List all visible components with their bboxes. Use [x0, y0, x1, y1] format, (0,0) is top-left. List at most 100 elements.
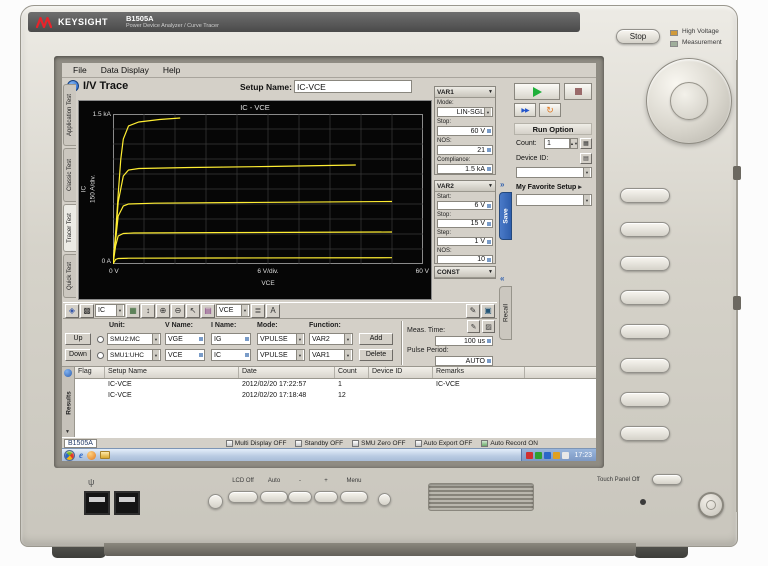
softkey-7[interactable]: [620, 392, 670, 407]
col-date[interactable]: Date: [239, 367, 335, 378]
annotate-icon[interactable]: A: [266, 303, 280, 318]
tab-tracer-test[interactable]: Tracer Test: [63, 204, 76, 252]
meas-time-input[interactable]: 100 us: [435, 336, 493, 346]
status-auto-export[interactable]: Auto Export OFF: [414, 439, 472, 447]
lcd-off-button[interactable]: [228, 491, 258, 503]
row1-i-name-input[interactable]: IG: [211, 333, 251, 345]
delete-button[interactable]: Delete: [359, 349, 393, 361]
x-channel-select[interactable]: VCE ▼: [216, 304, 250, 317]
tab-application-test[interactable]: Application Test: [63, 84, 76, 146]
pulse-period-input[interactable]: AUTO: [435, 356, 493, 366]
col-remarks[interactable]: Remarks: [433, 367, 525, 378]
menu-help[interactable]: Help: [156, 65, 187, 75]
softkey-3[interactable]: [620, 256, 670, 271]
tray-update-icon[interactable]: [553, 451, 561, 459]
grid-icon[interactable]: ▦: [126, 303, 140, 318]
up-button[interactable]: Up: [65, 333, 91, 345]
menu-data-display[interactable]: Data Display: [94, 65, 156, 75]
pointer-icon[interactable]: ↖: [186, 303, 200, 318]
brightness-plus-button[interactable]: [314, 491, 338, 503]
tab-classic-test[interactable]: Classic Test: [63, 148, 76, 202]
recall-tab[interactable]: Recall: [499, 286, 512, 340]
ie-icon[interactable]: e: [79, 450, 83, 460]
recall-expand-icon[interactable]: «: [500, 274, 504, 283]
media-player-icon[interactable]: [87, 450, 96, 460]
menu-file[interactable]: File: [66, 65, 94, 75]
softkey-4[interactable]: [620, 290, 670, 305]
advanced-setup-icon[interactable]: ▨: [482, 320, 495, 333]
collapse-results-icon[interactable]: ▼: [65, 429, 70, 435]
tray-agent-icon[interactable]: [535, 451, 543, 459]
row2-unit-select[interactable]: SMU1:UHC ▼: [107, 349, 161, 361]
single-run-button[interactable]: [514, 83, 560, 100]
var2-stop-input[interactable]: 15 V: [437, 219, 493, 228]
row2-v-name-input[interactable]: VCE: [165, 349, 205, 361]
favorite-setup-label[interactable]: My Favorite Setup ▸: [516, 183, 582, 191]
front-round-button-2[interactable]: [378, 493, 391, 506]
row2-function-select[interactable]: VAR1 ▼: [309, 349, 353, 361]
softkey-1[interactable]: [620, 188, 670, 203]
repeat-run-button[interactable]: ↻: [539, 103, 561, 117]
col-device-id[interactable]: Device ID: [369, 367, 433, 378]
var2-nos-input[interactable]: 10: [437, 255, 493, 263]
device-id-list-button[interactable]: ▤: [580, 153, 592, 164]
auto-button[interactable]: [260, 491, 288, 503]
front-round-button[interactable]: [208, 494, 223, 509]
save-tab[interactable]: Save: [499, 192, 512, 240]
tray-alert-icon[interactable]: [526, 451, 534, 459]
clock[interactable]: 17:23: [574, 452, 592, 459]
count-option-button[interactable]: ▦: [580, 138, 592, 149]
var1-mode-select[interactable]: LIN-SGL ▼: [437, 107, 493, 117]
count-spinner[interactable]: ▲▼: [570, 138, 578, 149]
var2-collapse-icon[interactable]: ▼: [488, 183, 493, 189]
zoom-in-icon[interactable]: ⊕: [156, 303, 170, 318]
const-collapse-icon[interactable]: ▼: [488, 269, 493, 275]
tray-volume-icon[interactable]: [562, 451, 570, 459]
count-input[interactable]: 1: [544, 138, 570, 149]
status-auto-record[interactable]: Auto Record ON: [481, 439, 538, 447]
var1-stop-input[interactable]: 60 V: [437, 126, 493, 136]
results-tab-strip[interactable]: Results ▼: [62, 367, 75, 438]
col-flag[interactable]: Flag: [75, 367, 105, 378]
window-title-box[interactable]: B1505A: [64, 438, 97, 448]
add-button[interactable]: Add: [359, 333, 393, 345]
y-channel-select[interactable]: IC ▼: [95, 304, 125, 317]
var1-collapse-icon[interactable]: ▼: [488, 89, 493, 95]
tab-quick-test[interactable]: Quick Test: [63, 254, 76, 298]
snapshot-icon[interactable]: ▣: [481, 303, 495, 318]
col-count[interactable]: Count: [335, 367, 369, 378]
save-expand-icon[interactable]: »: [500, 180, 504, 189]
softkey-2[interactable]: [620, 222, 670, 237]
zoom-out-icon[interactable]: ⊖: [171, 303, 185, 318]
var1-compliance-input[interactable]: 1.5 kA: [437, 164, 493, 174]
row2-radio[interactable]: [97, 352, 104, 359]
append-run-button[interactable]: ▶▶: [514, 103, 536, 117]
row2-i-name-input[interactable]: IC: [211, 349, 251, 361]
device-id-input[interactable]: ▼: [516, 167, 592, 178]
autoscale-icon[interactable]: ↕: [141, 303, 155, 318]
row2-mode-select[interactable]: VPULSE ▼: [257, 349, 305, 361]
start-button[interactable]: [64, 449, 75, 461]
touch-panel-button[interactable]: [652, 474, 682, 485]
setup-name-input[interactable]: IC-VCE: [294, 80, 412, 93]
marker-icon[interactable]: ◈: [65, 303, 79, 318]
trace-mode-icon[interactable]: ▩: [80, 303, 94, 318]
var2-start-input[interactable]: 6 V: [437, 201, 493, 210]
tray-network-icon[interactable]: [544, 451, 552, 459]
status-standby[interactable]: Standby OFF: [295, 439, 343, 447]
row1-unit-select[interactable]: SMU2:MC ▼: [107, 333, 161, 345]
run-option-label[interactable]: Run Option: [514, 123, 592, 135]
menu-button[interactable]: [340, 491, 368, 503]
row1-v-name-input[interactable]: VGE: [165, 333, 205, 345]
row1-function-select[interactable]: VAR2 ▼: [309, 333, 353, 345]
softkey-6[interactable]: [620, 358, 670, 373]
iv-trace-plot[interactable]: [113, 114, 423, 264]
edit-scale-icon[interactable]: ✎: [466, 303, 480, 318]
col-setup-name[interactable]: Setup Name: [105, 367, 239, 378]
var2-step-input[interactable]: 1 V: [437, 237, 493, 246]
stop-button[interactable]: Stop: [616, 29, 660, 44]
row1-mode-select[interactable]: VPULSE ▼: [257, 333, 305, 345]
result-row-2[interactable]: IC-VCE 2012/02/20 17:18:48 12: [75, 390, 596, 401]
rotary-knob[interactable]: [646, 58, 732, 144]
brightness-minus-button[interactable]: [288, 491, 312, 503]
